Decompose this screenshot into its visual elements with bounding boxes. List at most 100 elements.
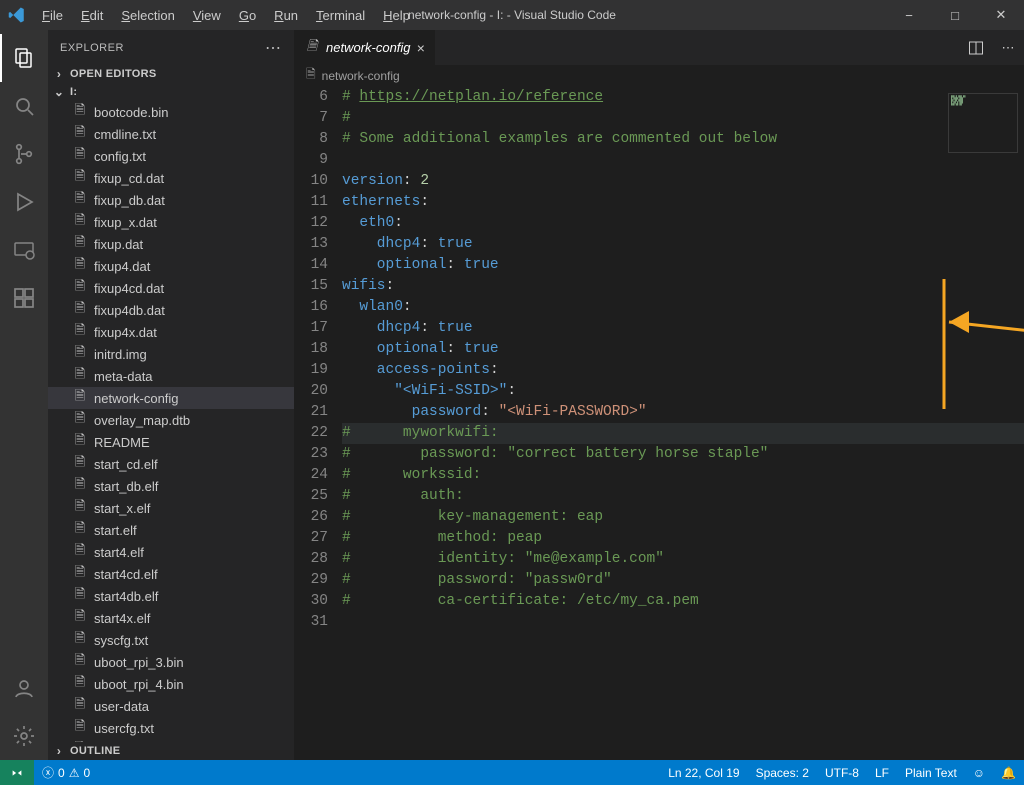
code-line[interactable]: #	[342, 108, 1024, 129]
cursor-position[interactable]: Ln 22, Col 19	[660, 760, 747, 785]
code-line[interactable]: # workssid:	[342, 465, 1024, 486]
remote-indicator[interactable]	[0, 760, 34, 785]
outline-section[interactable]: › OUTLINE	[48, 742, 294, 760]
file-item[interactable]: 🗎README	[48, 431, 294, 453]
file-label: meta-data	[94, 369, 153, 384]
run-debug-activity-icon[interactable]	[0, 178, 48, 226]
file-item[interactable]: 🗎uboot_rpi_4.bin	[48, 673, 294, 695]
split-editor-icon[interactable]	[960, 30, 992, 65]
remote-explorer-activity-icon[interactable]	[0, 226, 48, 274]
close-button[interactable]: ✕	[978, 0, 1024, 30]
file-icon: 🗎	[72, 302, 88, 318]
file-item[interactable]: 🗎overlay_map.dtb	[48, 409, 294, 431]
language-mode[interactable]: Plain Text	[897, 760, 965, 785]
source-control-activity-icon[interactable]	[0, 130, 48, 178]
file-item[interactable]: 🗎fixup_x.dat	[48, 211, 294, 233]
indentation-status[interactable]: Spaces: 2	[748, 760, 817, 785]
tab-network-config[interactable]: 🗎 network-config ×	[294, 30, 436, 65]
file-item[interactable]: 🗎fixup4.dat	[48, 255, 294, 277]
code-line[interactable]	[342, 150, 1024, 171]
code-line[interactable]: # password: "passw0rd"	[342, 570, 1024, 591]
code-line[interactable]: "<WiFi-SSID>":	[342, 381, 1024, 402]
file-item[interactable]: 🗎start4x.elf	[48, 607, 294, 629]
folder-root-section[interactable]: ⌄ I:	[48, 83, 294, 101]
notifications-icon[interactable]: 🔔	[993, 760, 1024, 785]
code-line[interactable]: # method: peap	[342, 528, 1024, 549]
menu-terminal[interactable]: Terminal	[308, 4, 373, 27]
feedback-icon[interactable]: ☺	[965, 760, 993, 785]
code-line[interactable]: # auth:	[342, 486, 1024, 507]
menu-selection[interactable]: Selection	[113, 4, 182, 27]
file-item[interactable]: 🗎start_x.elf	[48, 497, 294, 519]
file-item[interactable]: 🗎initrd.img	[48, 343, 294, 365]
file-icon: 🗎	[72, 148, 88, 164]
code-line[interactable]: # password: "correct battery horse stapl…	[342, 444, 1024, 465]
file-item[interactable]: 🗎start4cd.elf	[48, 563, 294, 585]
code-editor[interactable]: 6789101112131415161718192021222324252627…	[294, 87, 1024, 760]
file-item[interactable]: 🗎config.txt	[48, 145, 294, 167]
file-item[interactable]: 🗎start_db.elf	[48, 475, 294, 497]
code-line[interactable]: eth0:	[342, 213, 1024, 234]
code-line[interactable]: ethernets:	[342, 192, 1024, 213]
file-item[interactable]: 🗎bootcode.bin	[48, 101, 294, 123]
code-line[interactable]: # identity: "me@example.com"	[342, 549, 1024, 570]
problems-status[interactable]: ⓧ0 ⚠0	[34, 760, 98, 785]
code-line[interactable]: # key-management: eap	[342, 507, 1024, 528]
code-line[interactable]: access-points:	[342, 360, 1024, 381]
minimap[interactable]: ███ █ ███ ██ █ ████ ███ ██ ██ ████ █ ██ …	[944, 87, 1024, 760]
explorer-activity-icon[interactable]	[0, 34, 48, 82]
code-line[interactable]: wifis:	[342, 276, 1024, 297]
search-activity-icon[interactable]	[0, 82, 48, 130]
code-line[interactable]: # https://netplan.io/reference	[342, 87, 1024, 108]
code-line[interactable]: optional: true	[342, 339, 1024, 360]
file-item[interactable]: 🗎fixup_db.dat	[48, 189, 294, 211]
file-item[interactable]: 🗎fixup4db.dat	[48, 299, 294, 321]
code-line[interactable]: optional: true	[342, 255, 1024, 276]
menu-view[interactable]: View	[185, 4, 229, 27]
code-line[interactable]: wlan0:	[342, 297, 1024, 318]
code-line[interactable]: # myworkwifi:	[342, 423, 1024, 444]
file-item[interactable]: 🗎usercfg.txt	[48, 717, 294, 739]
file-icon: 🗎	[72, 236, 88, 252]
file-item[interactable]: 🗎meta-data	[48, 365, 294, 387]
menu-file[interactable]: File	[34, 4, 71, 27]
file-item[interactable]: 🗎fixup_cd.dat	[48, 167, 294, 189]
code-line[interactable]: password: "<WiFi-PASSWORD>"	[342, 402, 1024, 423]
file-item[interactable]: 🗎uboot_rpi_3.bin	[48, 651, 294, 673]
code-line[interactable]: # ca-certificate: /etc/my_ca.pem	[342, 591, 1024, 612]
file-item[interactable]: 🗎fixup4cd.dat	[48, 277, 294, 299]
menu-help[interactable]: Help	[375, 4, 418, 27]
menu-edit[interactable]: Edit	[73, 4, 111, 27]
file-item[interactable]: 🗎syscfg.txt	[48, 629, 294, 651]
menu-run[interactable]: Run	[266, 4, 306, 27]
extensions-activity-icon[interactable]	[0, 274, 48, 322]
code-line[interactable]: dhcp4: true	[342, 318, 1024, 339]
settings-gear-icon[interactable]	[0, 712, 48, 760]
sidebar-more-icon[interactable]: ⋯	[265, 38, 282, 58]
encoding-status[interactable]: UTF-8	[817, 760, 867, 785]
file-item[interactable]: 🗎fixup4x.dat	[48, 321, 294, 343]
code-lines[interactable]: # https://netplan.io/reference## Some ad…	[342, 87, 1024, 760]
file-item[interactable]: 🗎user-data	[48, 695, 294, 717]
code-line[interactable]: version: 2	[342, 171, 1024, 192]
breadcrumb[interactable]: 🗎 network-config	[294, 65, 1024, 87]
file-item[interactable]: 🗎start4db.elf	[48, 585, 294, 607]
file-item[interactable]: 🗎fixup.dat	[48, 233, 294, 255]
tab-close-icon[interactable]: ×	[417, 40, 425, 56]
file-tree[interactable]: 🗎bootcode.bin🗎cmdline.txt🗎config.txt🗎fix…	[48, 101, 294, 742]
minimize-button[interactable]: −	[886, 0, 932, 30]
file-item[interactable]: 🗎network-config	[48, 387, 294, 409]
file-item[interactable]: 🗎start4.elf	[48, 541, 294, 563]
more-actions-icon[interactable]: ⋯	[992, 30, 1024, 65]
eol-status[interactable]: LF	[867, 760, 897, 785]
file-item[interactable]: 🗎start_cd.elf	[48, 453, 294, 475]
open-editors-section[interactable]: › OPEN EDITORS	[48, 65, 294, 83]
accounts-activity-icon[interactable]	[0, 664, 48, 712]
code-line[interactable]: # Some additional examples are commented…	[342, 129, 1024, 150]
file-item[interactable]: 🗎cmdline.txt	[48, 123, 294, 145]
file-item[interactable]: 🗎start.elf	[48, 519, 294, 541]
code-line[interactable]	[342, 612, 1024, 633]
maximize-button[interactable]: □	[932, 0, 978, 30]
menu-go[interactable]: Go	[231, 4, 264, 27]
code-line[interactable]: dhcp4: true	[342, 234, 1024, 255]
